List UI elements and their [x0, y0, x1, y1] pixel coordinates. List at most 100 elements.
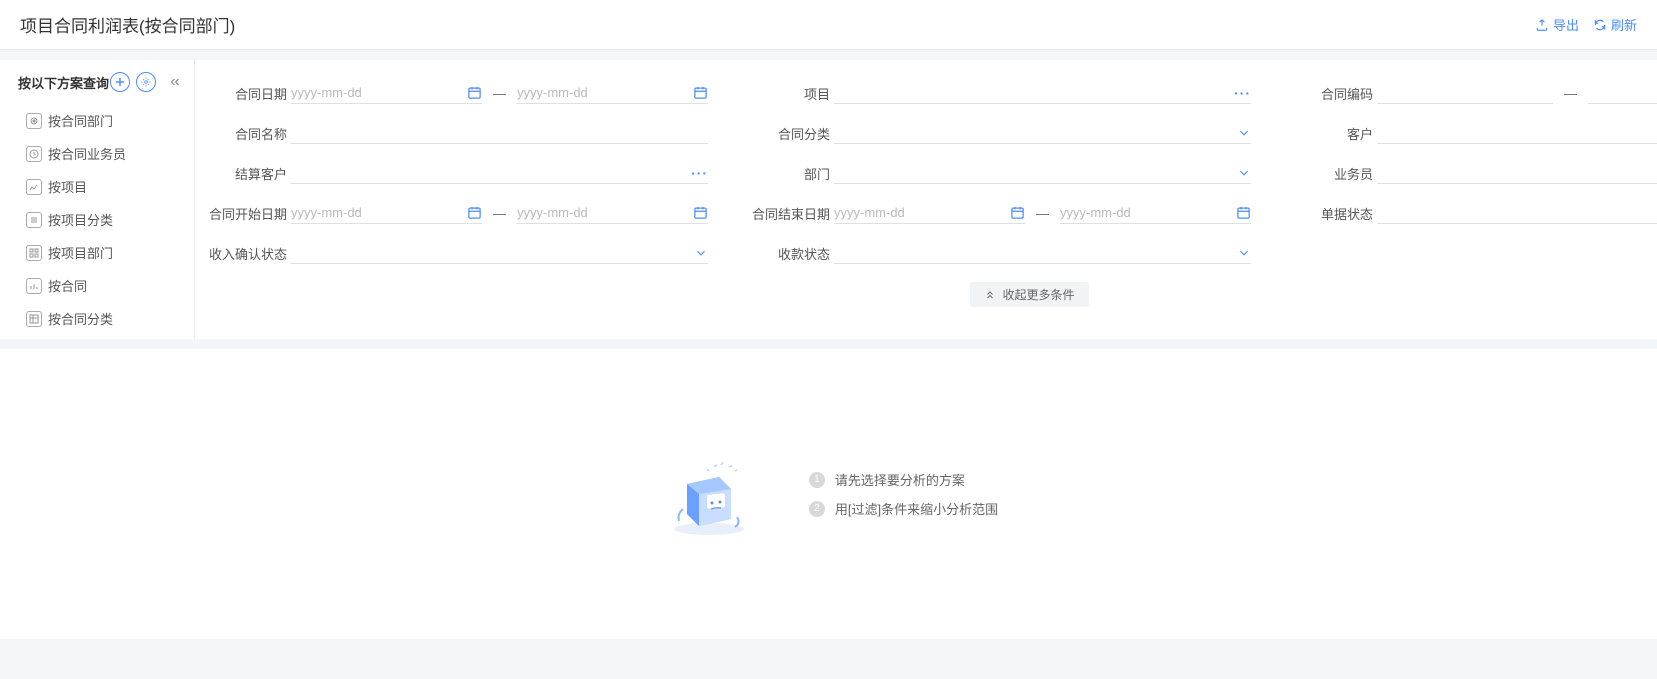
sidebar-item-contract[interactable]: 按合同: [0, 269, 194, 302]
sidebar-title: 按以下方案查询: [18, 73, 109, 92]
grid-icon: [26, 245, 42, 261]
filter-contract-date: 合同日期 —: [195, 70, 738, 110]
empty-step-1: 1 请先选择要分析的方案: [809, 470, 998, 489]
chevron-down-icon: [1237, 246, 1251, 260]
range-separator: —: [490, 86, 509, 101]
filter-label: 收款状态: [738, 244, 834, 263]
add-scheme-button[interactable]: [110, 72, 130, 92]
refresh-button[interactable]: 刷新: [1593, 15, 1637, 34]
target-icon: [26, 113, 42, 129]
code-from-input[interactable]: [1377, 82, 1553, 104]
filter-department: 部门: [738, 150, 1281, 190]
sidebar-item-label: 按合同分类: [48, 309, 113, 328]
chevron-double-left-icon: [168, 75, 182, 89]
calendar-icon: [467, 85, 482, 100]
sidebar-header: 按以下方案查询: [0, 60, 194, 100]
calendar-icon: [693, 85, 708, 100]
payment-status-select[interactable]: [834, 242, 1251, 264]
bill-status-select[interactable]: [1377, 202, 1657, 224]
filter-customer: 客户 ···: [1281, 110, 1657, 150]
filter-settlement-customer: 结算客户 ···: [195, 150, 738, 190]
refresh-label: 刷新: [1611, 15, 1637, 34]
plus-icon: [115, 77, 125, 87]
settings-scheme-button[interactable]: [136, 72, 156, 92]
filter-label: 收入确认状态: [195, 244, 291, 263]
filter-contract-start-date: 合同开始日期 —: [195, 190, 738, 230]
calendar-icon: [693, 205, 708, 220]
empty-illustration: [659, 449, 759, 539]
department-select[interactable]: [834, 162, 1251, 184]
customer-lookup[interactable]: ···: [1377, 122, 1657, 144]
sidebar-item-project-category[interactable]: 按项目分类: [0, 203, 194, 236]
start-date-to-input[interactable]: [517, 202, 708, 224]
sidebar-item-project-dept[interactable]: 按项目部门: [0, 236, 194, 269]
project-lookup[interactable]: ···: [834, 82, 1251, 104]
table-icon: [26, 311, 42, 327]
date-from-input[interactable]: [291, 82, 482, 104]
sidebar-item-label: 按合同业务员: [48, 144, 126, 163]
contract-category-select[interactable]: [834, 122, 1251, 144]
start-date-from-input[interactable]: [291, 202, 482, 224]
sidebar-list: 按合同部门 按合同业务员 按项目 按项目分类 按项目部门 按合同: [0, 100, 194, 339]
page-header: 项目合同利润表(按合同部门) 导出 刷新: [0, 0, 1657, 50]
lookup-icon: ···: [691, 165, 708, 181]
export-label: 导出: [1553, 15, 1579, 34]
empty-state: 1 请先选择要分析的方案 2 用[过滤]条件来缩小分析范围: [0, 349, 1657, 639]
sidebar-item-label: 按项目分类: [48, 210, 113, 229]
step-number: 2: [809, 501, 825, 517]
filter-label: 合同分类: [738, 124, 834, 143]
collapse-sidebar-button[interactable]: [166, 73, 184, 91]
filter-label: 部门: [738, 164, 834, 183]
sidebar-item-contract-category[interactable]: 按合同分类: [0, 302, 194, 335]
lookup-icon: ···: [1234, 85, 1251, 101]
calendar-icon: [467, 205, 482, 220]
sidebar-item-contract-dept[interactable]: 按合同部门: [0, 104, 194, 137]
revenue-status-select[interactable]: [291, 242, 708, 264]
filter-label: 项目: [738, 84, 834, 103]
date-to-input[interactable]: [517, 82, 708, 104]
chevron-double-up-icon: [984, 289, 996, 301]
sidebar-item-contract-sales[interactable]: 按合同业务员: [0, 137, 194, 170]
sidebar-item-project[interactable]: 按项目: [0, 170, 194, 203]
chart-icon: [26, 179, 42, 195]
filter-label: 合同开始日期: [195, 204, 291, 223]
collapse-label: 收起更多条件: [1002, 286, 1074, 303]
contract-name-input[interactable]: [291, 122, 708, 144]
step-number: 1: [809, 472, 825, 488]
sidebar-item-label: 按项目部门: [48, 243, 113, 262]
range-separator: —: [490, 206, 509, 221]
sidebar-item-label: 按合同: [48, 276, 87, 295]
filter-label: 合同日期: [195, 84, 291, 103]
chevron-down-icon: [1237, 126, 1251, 140]
step-text: 请先选择要分析的方案: [835, 470, 965, 489]
page-title: 项目合同利润表(按合同部门): [20, 12, 235, 37]
filter-label: 合同编码: [1281, 84, 1377, 103]
export-button[interactable]: 导出: [1535, 15, 1579, 34]
filter-payment-status: 收款状态: [738, 230, 1281, 270]
filter-label: 合同名称: [195, 124, 291, 143]
bars-icon: [26, 278, 42, 294]
end-date-to-input[interactable]: [1060, 202, 1251, 224]
chevron-down-icon: [1237, 166, 1251, 180]
calendar-icon: [1010, 205, 1025, 220]
code-to-input[interactable]: [1588, 82, 1657, 104]
filter-contract-name: 合同名称: [195, 110, 738, 150]
salesperson-lookup[interactable]: ···: [1377, 162, 1657, 184]
filter-label: 结算客户: [195, 164, 291, 183]
empty-steps: 1 请先选择要分析的方案 2 用[过滤]条件来缩小分析范围: [809, 470, 998, 518]
step-text: 用[过滤]条件来缩小分析范围: [835, 499, 998, 518]
export-icon: [1535, 18, 1549, 32]
sidebar-item-label: 按项目: [48, 177, 87, 196]
list-icon: [26, 212, 42, 228]
filter-grid: 合同日期 — 项目: [195, 70, 1657, 270]
collapse-conditions-button[interactable]: 收起更多条件: [970, 282, 1088, 307]
sidebar-item-label: 按合同部门: [48, 111, 113, 130]
settlement-customer-lookup[interactable]: ···: [291, 162, 708, 184]
range-separator: —: [1561, 86, 1580, 101]
filter-bill-status: 单据状态: [1281, 190, 1657, 230]
header-actions: 导出 刷新: [1535, 15, 1637, 34]
end-date-from-input[interactable]: [834, 202, 1025, 224]
calendar-icon: [1236, 205, 1251, 220]
chevron-down-icon: [694, 246, 708, 260]
filter-label: 业务员: [1281, 164, 1377, 183]
